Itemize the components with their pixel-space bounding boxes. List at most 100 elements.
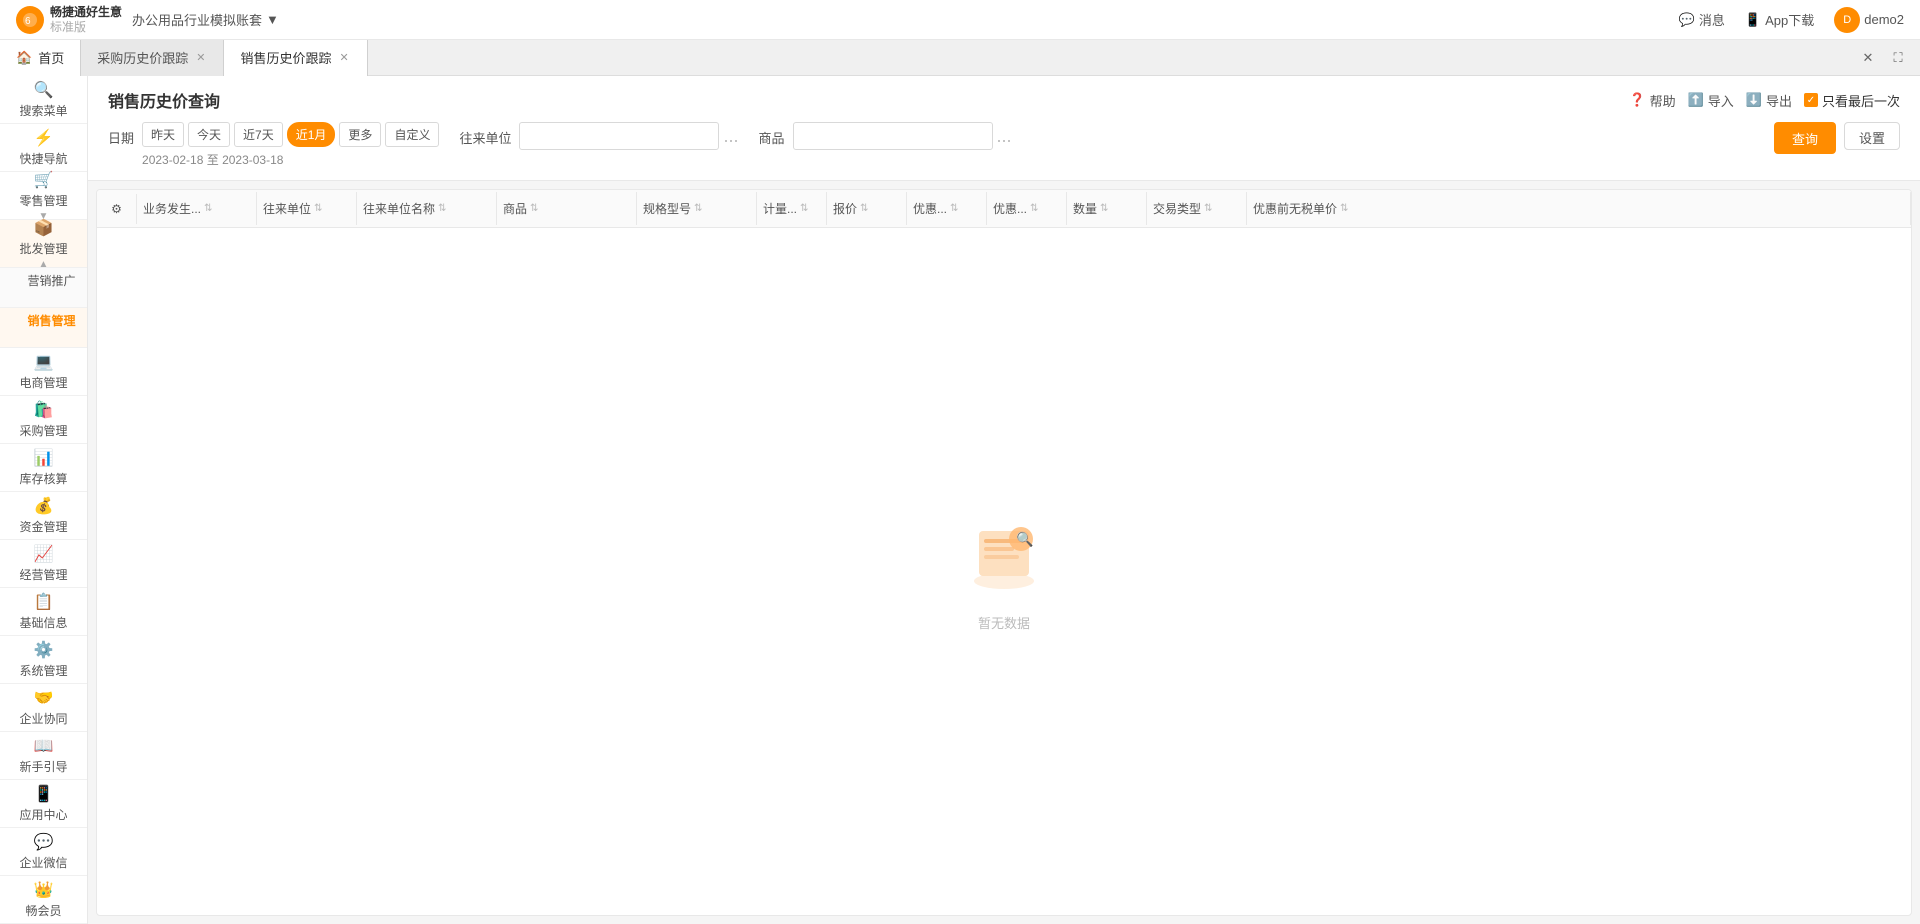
download-icon: 📱: [1745, 12, 1761, 28]
th-product[interactable]: 商品 ⇅: [497, 192, 637, 225]
th-unit-id[interactable]: 往来单位 ⇅: [257, 192, 357, 225]
sidebar-item-search[interactable]: 🔍 搜索菜单: [0, 76, 87, 124]
unit-dots-button[interactable]: ...: [723, 126, 738, 147]
sort-unit-name-icon[interactable]: ⇅: [438, 203, 446, 214]
sort-unit-id-icon[interactable]: ⇅: [314, 203, 322, 214]
sidebar-item-basic[interactable]: 📋 基础信息: [0, 588, 87, 636]
tab-purchase[interactable]: 采购历史价跟踪 ✕: [81, 40, 224, 76]
sidebar-item-shortcut[interactable]: ⚡ 快捷导航: [0, 124, 87, 172]
sort-notax-icon[interactable]: ⇅: [1340, 203, 1348, 214]
sidebar-item-finance[interactable]: 💰 资金管理: [0, 492, 87, 540]
product-input-group: ...: [793, 122, 1012, 150]
sidebar-item-wechat[interactable]: 💬 企业微信: [0, 828, 87, 876]
date-btn-more[interactable]: 更多: [339, 122, 381, 147]
export-button[interactable]: ⬇️ 导出: [1746, 91, 1792, 110]
import-button[interactable]: ⬆️ 导入: [1688, 91, 1734, 110]
sidebar-item-appcenter[interactable]: 📱 应用中心: [0, 780, 87, 828]
help-button[interactable]: ❓ 帮助: [1629, 91, 1675, 110]
sidebar-item-enterprise[interactable]: 🤝 企业协同: [0, 684, 87, 732]
checkbox-checked-icon: [1804, 93, 1818, 107]
logo-area: 6 畅捷通好生意 标准版: [16, 5, 122, 34]
date-btn-today[interactable]: 今天: [188, 122, 230, 147]
th-price[interactable]: 报价 ⇅: [827, 192, 907, 225]
home-icon: 🏠: [16, 50, 32, 66]
th-trade[interactable]: 交易类型 ⇅: [1147, 192, 1247, 225]
sort-discount2-icon[interactable]: ⇅: [1030, 203, 1038, 214]
sort-discount1-icon[interactable]: ⇅: [950, 203, 958, 214]
table-container: ⚙ 业务发生... ⇅ 往来单位 ⇅ 往来单位名称 ⇅ 商品 ⇅: [96, 189, 1912, 916]
wholesale-icon: 📦: [34, 218, 54, 238]
sidebar-item-operations[interactable]: 📈 经营管理: [0, 540, 87, 588]
date-btn-yesterday[interactable]: 昨天: [142, 122, 184, 147]
top-bar-left: 6 畅捷通好生意 标准版 办公用品行业模拟账套 ▼: [16, 5, 279, 34]
th-discount2[interactable]: 优惠... ⇅: [987, 192, 1067, 225]
tab-bar-actions: ✕ ⛶: [1856, 46, 1920, 70]
tab-sales-close[interactable]: ✕: [337, 50, 350, 65]
date-btn-1month[interactable]: 近1月: [287, 122, 336, 147]
only-last-checkbox[interactable]: 只看最后一次: [1804, 91, 1900, 110]
sidebar-item-sales-mgmt[interactable]: 销售管理: [0, 308, 87, 348]
product-input[interactable]: [793, 122, 993, 150]
th-measure[interactable]: 计量... ⇅: [757, 192, 827, 225]
th-gear[interactable]: ⚙: [97, 194, 137, 224]
sidebar-item-inventory[interactable]: 📊 库存核算: [0, 444, 87, 492]
th-spec[interactable]: 规格型号 ⇅: [637, 192, 757, 225]
appcenter-icon: 📱: [34, 784, 54, 804]
table-header: ⚙ 业务发生... ⇅ 往来单位 ⇅ 往来单位名称 ⇅ 商品 ⇅: [97, 190, 1911, 228]
unit-input-group: ...: [519, 122, 738, 150]
sidebar-item-wholesale[interactable]: 📦 批发管理 ▲: [0, 220, 87, 268]
page-header: 销售历史价查询 ❓ 帮助 ⬆️ 导入 ⬇️ 导出: [88, 76, 1920, 181]
logo-icon: 6: [16, 6, 44, 34]
newguide-icon: 📖: [34, 736, 54, 756]
sidebar-item-ecommerce[interactable]: 💻 电商管理: [0, 348, 87, 396]
sidebar-item-marketing[interactable]: 营销推广: [0, 268, 87, 308]
th-discount1[interactable]: 优惠... ⇅: [907, 192, 987, 225]
tab-purchase-close[interactable]: ✕: [194, 50, 207, 65]
sidebar-item-member[interactable]: 👑 畅会员: [0, 876, 87, 924]
sort-qty-icon[interactable]: ⇅: [1100, 203, 1108, 214]
app-selector[interactable]: 办公用品行业模拟账套 ▼: [132, 10, 279, 29]
sort-trade-icon[interactable]: ⇅: [1204, 203, 1212, 214]
date-filter-label: 日期: [108, 122, 134, 147]
sidebar-item-retail[interactable]: 🛒 零售管理 ▼: [0, 172, 87, 220]
unit-filter-group: 往来单位 ...: [459, 122, 738, 150]
close-all-tabs-button[interactable]: ✕: [1856, 46, 1880, 70]
tab-home[interactable]: 🏠 首页: [0, 40, 81, 76]
enterprise-icon: 🤝: [34, 688, 54, 708]
sort-product-icon[interactable]: ⇅: [530, 203, 538, 214]
empty-illustration: 🔍: [959, 511, 1049, 601]
maximize-button[interactable]: ⛶: [1886, 46, 1910, 70]
product-filter-label: 商品: [758, 122, 784, 147]
logo-text: 畅捷通好生意 标准版: [50, 5, 122, 34]
date-btn-custom[interactable]: 自定义: [385, 122, 439, 147]
tab-sales[interactable]: 销售历史价跟踪 ✕: [224, 40, 367, 76]
sort-spec-icon[interactable]: ⇅: [694, 203, 702, 214]
operations-icon: 📈: [34, 544, 54, 564]
th-date[interactable]: 业务发生... ⇅: [137, 192, 257, 225]
query-button[interactable]: 查询: [1774, 122, 1836, 154]
sidebar-item-system[interactable]: ⚙️ 系统管理: [0, 636, 87, 684]
th-unit-name[interactable]: 往来单位名称 ⇅: [357, 192, 497, 225]
main-layout: 🔍 搜索菜单 ⚡ 快捷导航 🛒 零售管理 ▼ 📦 批发管理 ▲ 营销推广 销售管…: [0, 76, 1920, 924]
user-menu[interactable]: D demo2: [1834, 7, 1904, 33]
unit-input[interactable]: [519, 122, 719, 150]
page-actions: ❓ 帮助 ⬆️ 导入 ⬇️ 导出 只看最后一次: [1629, 91, 1900, 110]
date-btn-7days[interactable]: 近7天: [234, 122, 283, 147]
svg-text:6: 6: [25, 16, 31, 27]
message-button[interactable]: 💬 消息: [1679, 10, 1725, 29]
sort-measure-icon[interactable]: ⇅: [800, 203, 808, 214]
th-qty[interactable]: 数量 ⇅: [1067, 192, 1147, 225]
sidebar-item-purchase[interactable]: 🛍️ 采购管理: [0, 396, 87, 444]
app-download-button[interactable]: 📱 App下载: [1745, 10, 1814, 29]
avatar: D: [1834, 7, 1860, 33]
th-notax[interactable]: 优惠前无税单价 ⇅: [1247, 192, 1911, 225]
message-icon: 💬: [1679, 12, 1695, 28]
product-dots-button[interactable]: ...: [997, 126, 1012, 147]
sidebar-item-newguide[interactable]: 📖 新手引导: [0, 732, 87, 780]
empty-text: 暂无数据: [978, 613, 1030, 632]
top-bar: 6 畅捷通好生意 标准版 办公用品行业模拟账套 ▼ 💬 消息 📱 App下载 D…: [0, 0, 1920, 40]
settings-button[interactable]: 设置: [1844, 122, 1900, 150]
sort-date-icon[interactable]: ⇅: [204, 203, 212, 214]
sort-price-icon[interactable]: ⇅: [860, 203, 868, 214]
svg-text:🔍: 🔍: [1016, 530, 1033, 548]
